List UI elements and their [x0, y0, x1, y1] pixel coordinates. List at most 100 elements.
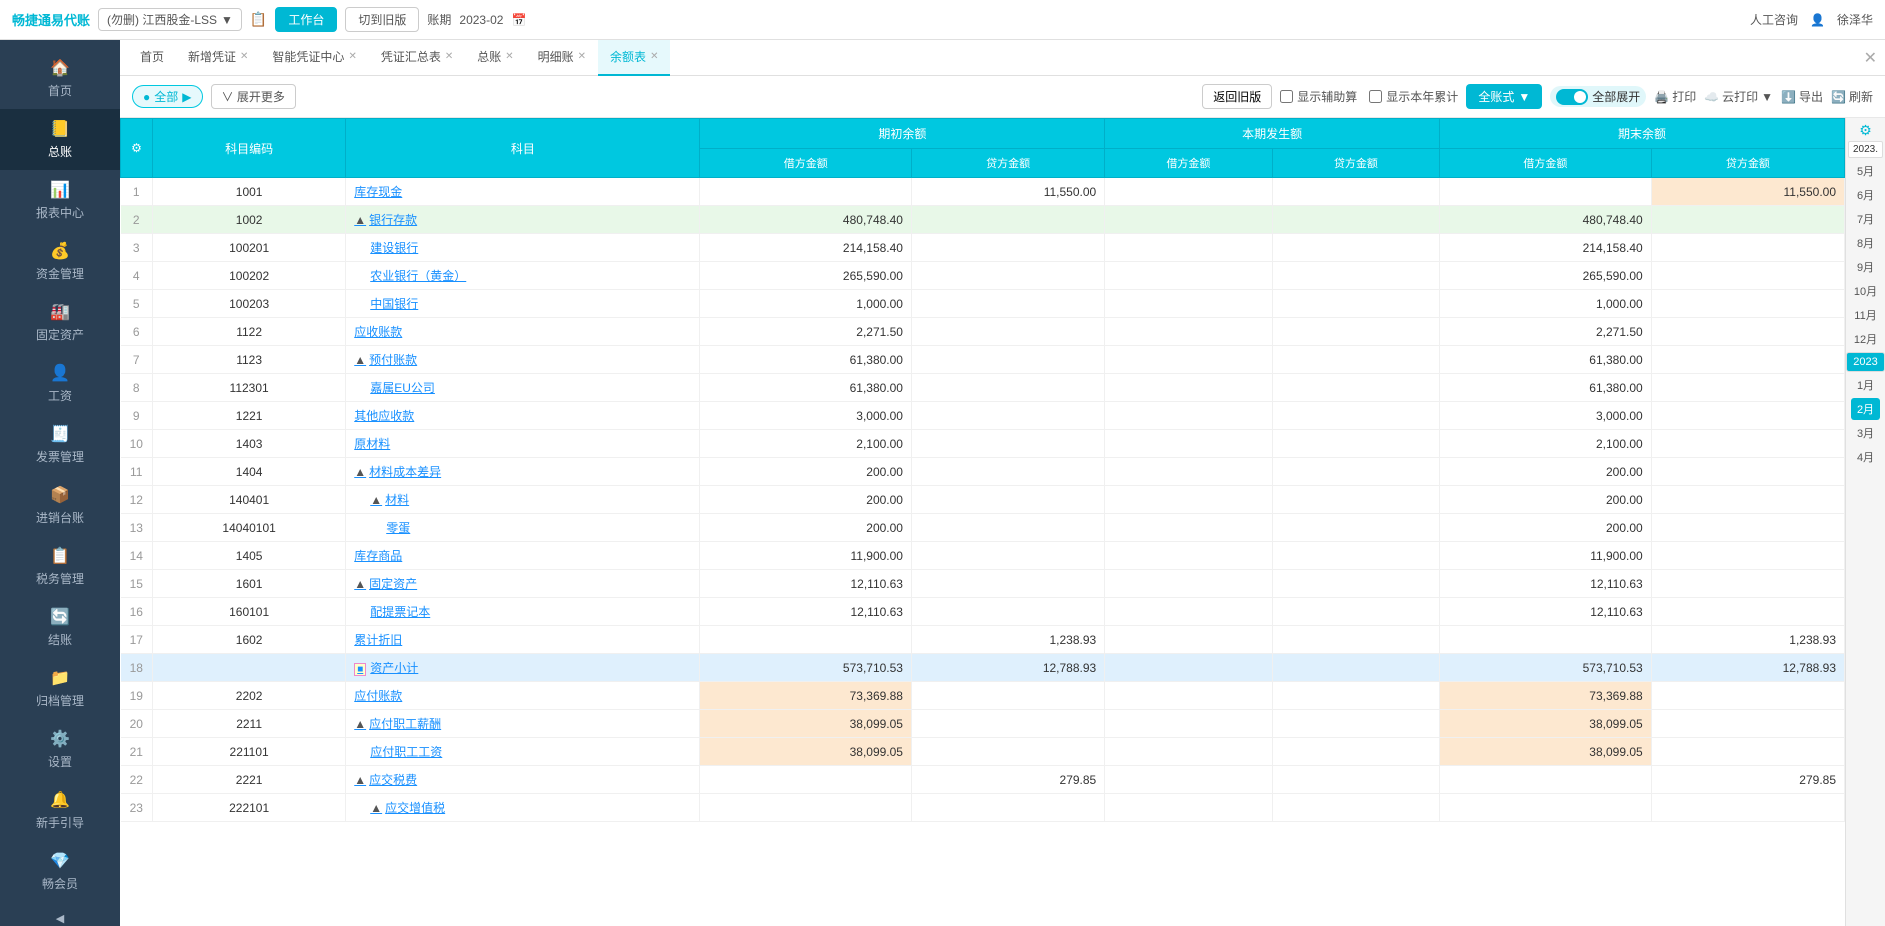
month-12[interactable]: 12月: [1848, 328, 1883, 350]
show-ytd-checkbox[interactable]: 显示本年累计: [1369, 88, 1458, 105]
month-4[interactable]: 4月: [1851, 446, 1880, 468]
aux-checkbox-input[interactable]: [1280, 90, 1293, 103]
year-label-2023a[interactable]: 2023.: [1848, 141, 1883, 158]
ytd-checkbox-input[interactable]: [1369, 90, 1382, 103]
export-button[interactable]: ⬇️ 导出: [1781, 88, 1823, 105]
refresh-button[interactable]: 🔄 刷新: [1831, 88, 1873, 105]
table-row-name[interactable]: 零蛋: [346, 514, 700, 542]
tab-add-voucher[interactable]: 新增凭证 ✕: [176, 40, 260, 76]
table-row-current-credit: [1272, 710, 1439, 738]
sidebar-item-tax[interactable]: 📋 税务管理: [0, 536, 120, 597]
sidebar-item-guide[interactable]: 🔔 新手引导: [0, 780, 120, 841]
table-row-opening-credit: 11,550.00: [911, 178, 1104, 206]
tab-close-detail[interactable]: ✕: [578, 51, 586, 62]
table-row-name[interactable]: 应付账款: [346, 682, 700, 710]
calendar-icon[interactable]: 📅: [511, 13, 526, 27]
tab-close-voucher-summary[interactable]: ✕: [445, 51, 453, 62]
sidebar-item-purchase[interactable]: 📦 进销台账: [0, 475, 120, 536]
company-selector[interactable]: (勿删) 江西股金-LSS ▼: [98, 8, 242, 31]
table-row-name[interactable]: ■资产小计: [346, 654, 700, 682]
year-2023[interactable]: 2023: [1846, 352, 1884, 372]
sidebar-item-archive[interactable]: 📁 归档管理: [0, 658, 120, 719]
tab-close-smart-verify[interactable]: ✕: [348, 51, 356, 62]
month-1[interactable]: 1月: [1851, 374, 1880, 396]
table-row-name[interactable]: ▲应交增值税: [346, 794, 700, 822]
tab-detail[interactable]: 明细账 ✕: [526, 40, 598, 76]
month-6[interactable]: 6月: [1851, 184, 1880, 206]
table-row-closing-debit: 200.00: [1440, 458, 1652, 486]
table-row-name[interactable]: 嘉属EU公司: [346, 374, 700, 402]
sidebar-item-salary[interactable]: 👤 工资: [0, 353, 120, 414]
month-3[interactable]: 3月: [1851, 422, 1880, 444]
table-row-name[interactable]: 配提票记本: [346, 598, 700, 626]
table-row-opening-debit: 61,380.00: [700, 346, 912, 374]
table-row-name[interactable]: ▲预付账款: [346, 346, 700, 374]
ledger-icon: 📒: [50, 119, 70, 139]
table-row-current-debit: [1105, 458, 1272, 486]
month-8[interactable]: 8月: [1851, 232, 1880, 254]
table-row-name[interactable]: ▲材料成本差异: [346, 458, 700, 486]
tab-smart-verify[interactable]: 智能凭证中心 ✕: [260, 40, 368, 76]
header-settings[interactable]: ⚙: [121, 119, 153, 178]
table-row-name[interactable]: ▲银行存款: [346, 206, 700, 234]
right-panel-gear[interactable]: ⚙: [1859, 122, 1872, 139]
month-10[interactable]: 10月: [1848, 280, 1883, 302]
switch-old-button[interactable]: 切到旧版: [345, 7, 419, 32]
table-row-name[interactable]: 原材料: [346, 430, 700, 458]
sidebar-item-capital[interactable]: 💰 资金管理: [0, 231, 120, 292]
table-row-name[interactable]: 建设银行: [346, 234, 700, 262]
month-2[interactable]: 2月: [1851, 398, 1880, 420]
close-all-tabs-button[interactable]: ✕: [1864, 48, 1877, 68]
table-row-name[interactable]: 中国银行: [346, 290, 700, 318]
sidebar-item-home[interactable]: 🏠 首页: [0, 48, 120, 109]
table-row-name[interactable]: ▲固定资产: [346, 570, 700, 598]
table-row-code: 1601: [153, 570, 346, 598]
workbench-button[interactable]: 工作台: [275, 7, 337, 32]
sidebar-item-settings[interactable]: ⚙️ 设置: [0, 719, 120, 780]
expand-all-toggle[interactable]: 全部展开: [1550, 86, 1646, 107]
tab-close-ledger[interactable]: ✕: [505, 51, 513, 62]
table-row-opening-credit: [911, 486, 1104, 514]
print-button[interactable]: 🖨️ 打印: [1654, 88, 1696, 105]
table-row-name[interactable]: 其他应收款: [346, 402, 700, 430]
tab-balance[interactable]: 余额表 ✕: [598, 40, 670, 76]
sidebar-item-settle[interactable]: 🔄 结账: [0, 597, 120, 658]
table-row-name[interactable]: 库存现金: [346, 178, 700, 206]
tab-home[interactable]: 首页: [128, 40, 176, 76]
tab-close-balance[interactable]: ✕: [650, 51, 658, 62]
table-row-name[interactable]: 库存商品: [346, 542, 700, 570]
sidebar-item-assets[interactable]: 🏭 固定资产: [0, 292, 120, 353]
expand-more-button[interactable]: ∨ 展开更多: [211, 84, 296, 109]
sidebar-item-ledger[interactable]: 📒 总账: [0, 109, 120, 170]
toggle-switch[interactable]: [1556, 89, 1588, 105]
style-button[interactable]: 全账式 ▼: [1466, 84, 1542, 109]
consult-label[interactable]: 人工咨询: [1750, 11, 1798, 28]
sidebar-item-member[interactable]: 💎 畅会员: [0, 841, 120, 902]
table-row-name[interactable]: ▲材料: [346, 486, 700, 514]
tax-icon: 📋: [50, 546, 70, 566]
return-old-button[interactable]: 返回旧版: [1202, 84, 1272, 109]
tab-ledger[interactable]: 总账 ✕: [465, 40, 525, 76]
table-row-name[interactable]: 应付职工工资: [346, 738, 700, 766]
table-row-num: 13: [121, 514, 153, 542]
filter-tag[interactable]: ● 全部 ▶: [132, 85, 203, 108]
show-aux-checkbox[interactable]: 显示辅助算: [1280, 88, 1357, 105]
tab-voucher-summary[interactable]: 凭证汇总表 ✕: [369, 40, 465, 76]
month-5[interactable]: 5月: [1851, 160, 1880, 182]
sidebar-item-unpin[interactable]: ◀ 取消固定: [0, 902, 120, 926]
checkbox-group: 显示辅助算 显示本年累计: [1280, 88, 1458, 105]
purchase-icon: 📦: [50, 485, 70, 505]
table-row-name[interactable]: ▲应付职工薪酬: [346, 710, 700, 738]
month-9[interactable]: 9月: [1851, 256, 1880, 278]
sidebar-item-invoice[interactable]: 🧾 发票管理: [0, 414, 120, 475]
table-row-name[interactable]: ▲应交税费: [346, 766, 700, 794]
table-row-name[interactable]: 应收账款: [346, 318, 700, 346]
table-row-name[interactable]: 农业银行（黄金）: [346, 262, 700, 290]
sidebar-item-reports[interactable]: 📊 报表中心: [0, 170, 120, 231]
month-11[interactable]: 11月: [1848, 304, 1882, 326]
table-row-num: 2: [121, 206, 153, 234]
cloud-print-button[interactable]: ☁️ 云打印 ▼: [1704, 88, 1773, 105]
tab-close-add-voucher[interactable]: ✕: [240, 51, 248, 62]
table-row-name[interactable]: 累计折旧: [346, 626, 700, 654]
month-7[interactable]: 7月: [1851, 208, 1880, 230]
